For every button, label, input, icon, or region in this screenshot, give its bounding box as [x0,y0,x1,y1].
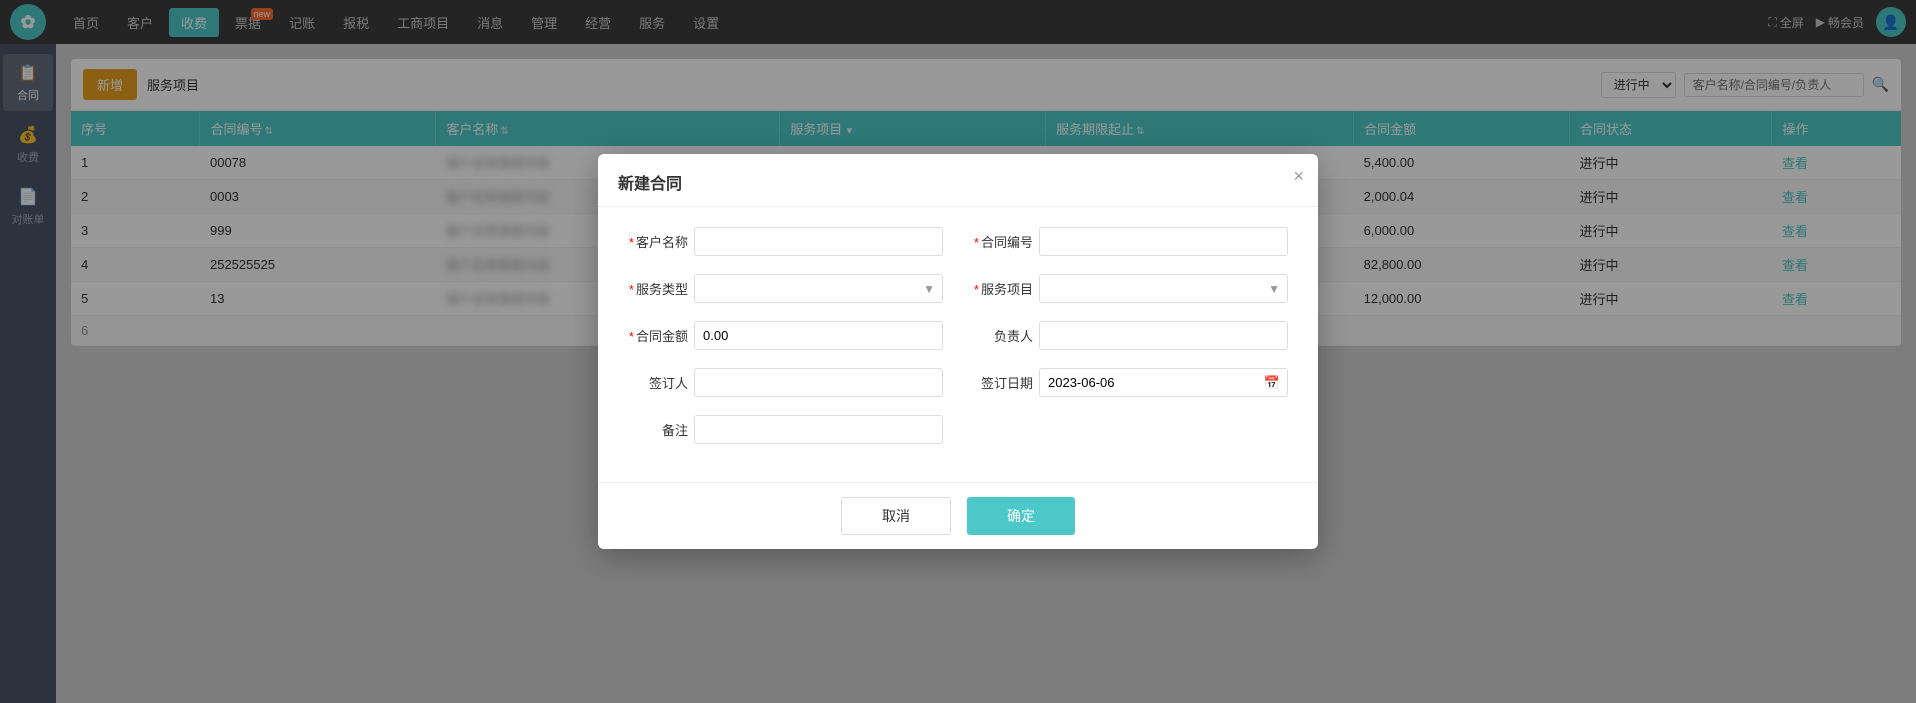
input-signatory[interactable] [694,368,943,397]
form-row-2: *服务类型 ▼ *服务项目 ▼ [628,274,1288,303]
field-contract-no: *合同编号 [973,227,1288,256]
input-responsible[interactable] [1039,321,1288,350]
label-contract-no: *合同编号 [973,232,1033,251]
modal-overlay[interactable]: 新建合同 × *客户名称 *合同编号 [0,0,1916,703]
modal-body: *客户名称 *合同编号 *服务类型 [598,207,1318,482]
form-row-5: 备注 [628,415,1288,444]
new-contract-modal: 新建合同 × *客户名称 *合同编号 [598,154,1318,549]
label-responsible: 负责人 [973,326,1033,345]
form-row-4: 签订人 签订日期 📅 [628,368,1288,397]
input-notes[interactable] [694,415,943,444]
input-amount[interactable] [694,321,943,350]
field-notes: 备注 [628,415,943,444]
calendar-icon[interactable]: 📅 [1264,375,1280,391]
modal-footer: 取消 确定 [598,482,1318,549]
label-signatory: 签订人 [628,373,688,392]
field-signatory: 签订人 [628,368,943,397]
field-responsible: 负责人 [973,321,1288,350]
service-type-select-wrap: ▼ [694,274,943,303]
label-service-type: *服务类型 [628,279,688,298]
confirm-button[interactable]: 确定 [967,497,1075,535]
field-sign-date: 签订日期 📅 [973,368,1288,397]
label-amount: *合同金额 [628,326,688,345]
field-service-item: *服务项目 ▼ [973,274,1288,303]
label-service-item: *服务项目 [973,279,1033,298]
modal-title: 新建合同 [618,176,682,193]
label-client-name: *客户名称 [628,232,688,251]
label-notes: 备注 [628,420,688,439]
modal-close-button[interactable]: × [1293,166,1304,187]
required-star-3: * [629,282,634,297]
select-service-item[interactable] [1039,274,1288,303]
field-service-type: *服务类型 ▼ [628,274,943,303]
required-star-5: * [629,329,634,344]
form-row-3: *合同金额 负责人 [628,321,1288,350]
required-star-2: * [974,235,979,250]
field-amount: *合同金额 [628,321,943,350]
input-contract-no[interactable] [1039,227,1288,256]
required-star: * [629,235,634,250]
input-sign-date[interactable] [1039,368,1288,397]
required-star-4: * [974,282,979,297]
modal-header: 新建合同 × [598,154,1318,207]
form-row-1: *客户名称 *合同编号 [628,227,1288,256]
label-sign-date: 签订日期 [973,373,1033,392]
cancel-button[interactable]: 取消 [841,497,951,535]
service-item-select-wrap: ▼ [1039,274,1288,303]
field-client-name: *客户名称 [628,227,943,256]
sign-date-wrap: 📅 [1039,368,1288,397]
select-service-type[interactable] [694,274,943,303]
input-client-name[interactable] [694,227,943,256]
